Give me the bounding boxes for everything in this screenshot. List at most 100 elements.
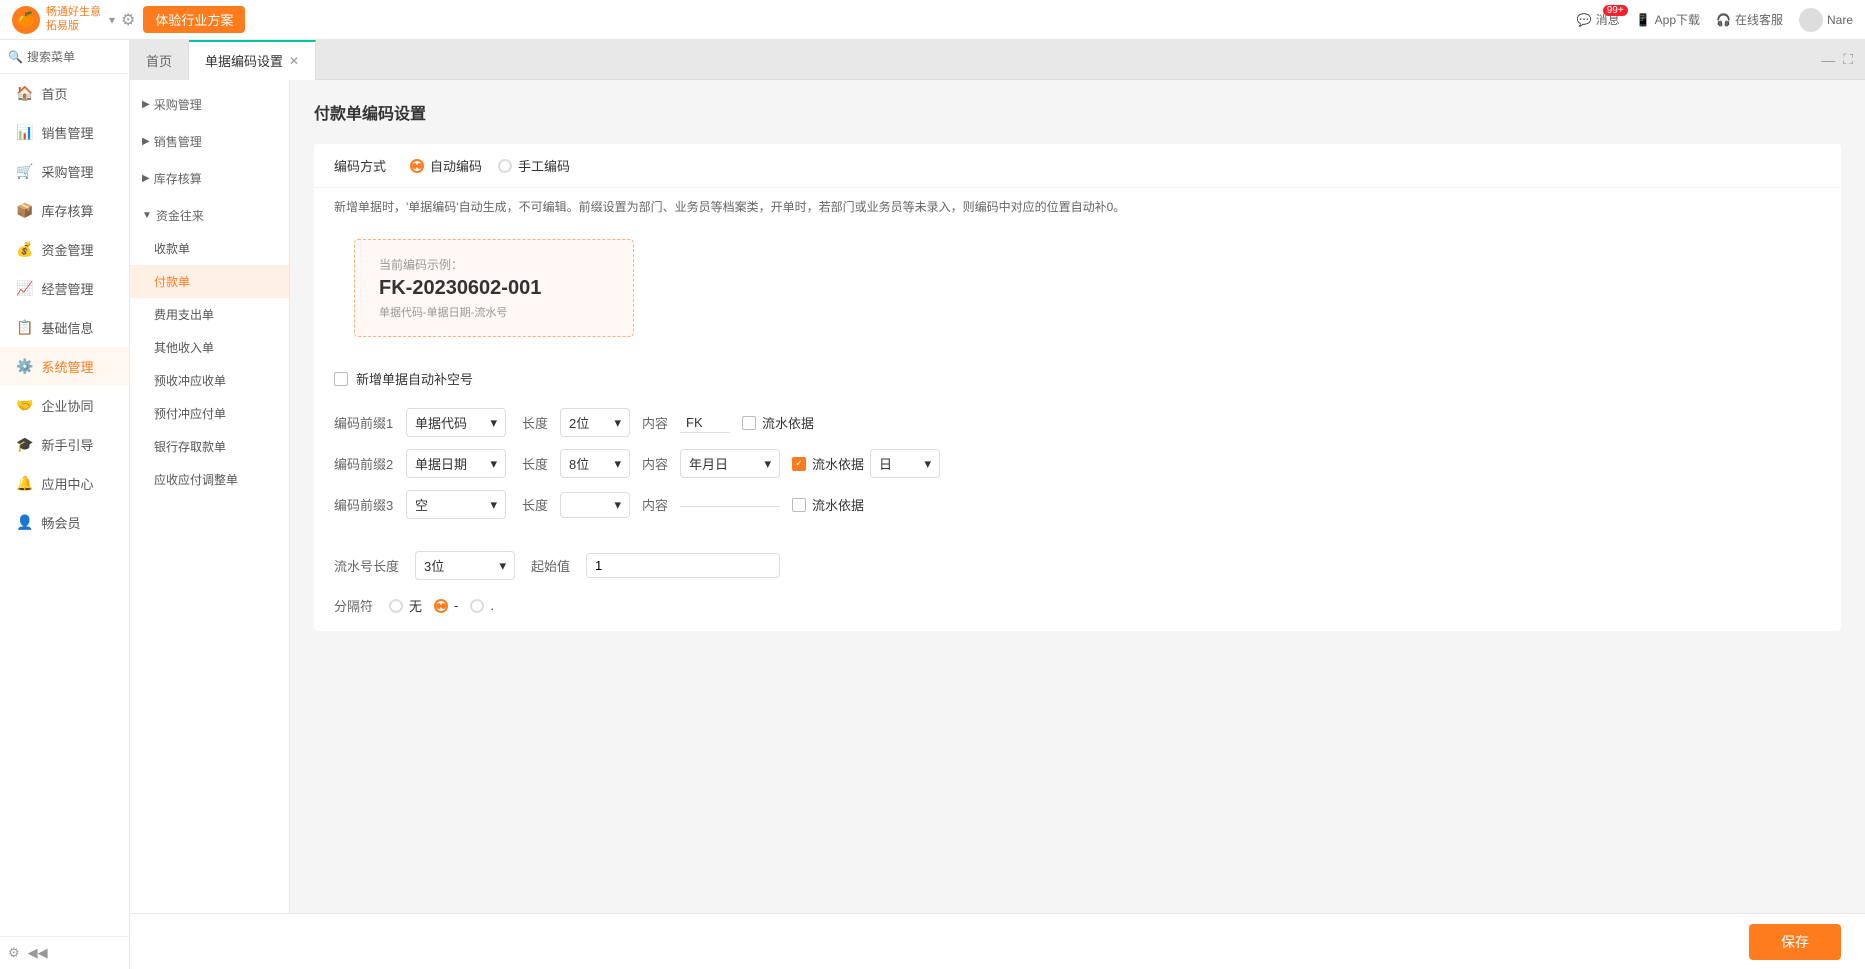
encoding-radio-group: 自动编码 手工编码 bbox=[410, 156, 570, 175]
finance-icon: 💰 bbox=[16, 241, 33, 258]
sub-item-other-income[interactable]: 其他收入单 bbox=[130, 331, 289, 364]
sidebar-item-label: 首页 bbox=[41, 84, 67, 103]
tab-home[interactable]: 首页 bbox=[130, 40, 189, 80]
info-text: 新增单据时，'单据编码'自动生成，不可编辑。前缀设置为部门、业务员等档案类，开单… bbox=[314, 188, 1841, 227]
user-name: Nare bbox=[1827, 13, 1853, 27]
serial-length-label: 流水号长度 bbox=[334, 556, 399, 575]
sidebar-item-apps[interactable]: 🔔 应用中心 bbox=[0, 464, 129, 503]
tab-maximize-icon[interactable]: ⛶ bbox=[1843, 51, 1853, 68]
sidebar-item-enterprise[interactable]: 🤝 企业协同 bbox=[0, 386, 129, 425]
sub-group-sales: ▶ 销售管理 bbox=[130, 125, 289, 158]
sub-header-label: 销售管理 bbox=[154, 133, 202, 150]
sidebar-item-guide[interactable]: 🎓 新手引导 bbox=[0, 425, 129, 464]
apps-icon: 🔔 bbox=[16, 475, 33, 492]
save-button[interactable]: 保存 bbox=[1749, 924, 1841, 960]
auto-fill-label: 新增单据自动补空号 bbox=[356, 369, 473, 388]
prefix1-select[interactable]: 单据代码 bbox=[406, 408, 506, 437]
sep-dash-radio[interactable]: . bbox=[470, 598, 494, 613]
sep-none-radio[interactable]: 无 bbox=[389, 596, 422, 615]
prefix1-stream-checkbox[interactable] bbox=[742, 416, 756, 430]
prefix1-length-label: 长度 bbox=[522, 413, 548, 432]
guide-icon: 🎓 bbox=[16, 436, 33, 453]
sub-item-bank-deposit[interactable]: 银行存取款单 bbox=[130, 430, 289, 463]
sidebar-item-inventory[interactable]: 📦 库存核算 bbox=[0, 191, 129, 230]
trial-button[interactable]: 体验行业方案 bbox=[143, 6, 245, 33]
arrow-down-icon: ▼ bbox=[142, 210, 152, 221]
sub-header-purchase[interactable]: ▶ 采购管理 bbox=[130, 88, 289, 121]
sub-header-capital[interactable]: ▼ 资金往来 bbox=[130, 199, 289, 232]
preview-code: FK-20230602-001 bbox=[379, 277, 609, 300]
prefix2-select[interactable]: 单据日期 bbox=[406, 449, 506, 478]
sidebar-settings-icon[interactable]: ⚙ bbox=[8, 945, 20, 961]
sub-item-prepay-receivable[interactable]: 预收冲应收单 bbox=[130, 364, 289, 397]
sidebar-item-finance[interactable]: 💰 资金管理 bbox=[0, 230, 129, 269]
sidebar-item-home[interactable]: 🏠 首页 bbox=[0, 74, 129, 113]
tab-encoding-settings[interactable]: 单据编码设置 ✕ bbox=[189, 40, 316, 80]
sub-item-receipts[interactable]: 收款单 bbox=[130, 232, 289, 265]
separator-options: 无 - . bbox=[389, 596, 494, 615]
prefix3-length-select[interactable] bbox=[560, 492, 630, 518]
online-service-button[interactable]: 🎧 在线客服 bbox=[1716, 11, 1783, 28]
encoding-method-section: 编码方式 自动编码 手工编码 bbox=[314, 144, 1841, 631]
sidebar-item-basic[interactable]: 📋 基础信息 bbox=[0, 308, 129, 347]
topbar: 🍊 畅通好生意 拓易版 ▾ ⚙ 体验行业方案 💬 消息 99+ 📱 App下载 … bbox=[0, 0, 1865, 40]
prefix2-stream-unit-select[interactable]: 日 bbox=[870, 449, 940, 478]
prefix2-stream-checkbox[interactable]: ✓ bbox=[792, 457, 806, 471]
user-profile[interactable]: Nare bbox=[1799, 8, 1853, 32]
sidebar-item-sales[interactable]: 📊 销售管理 bbox=[0, 113, 129, 152]
bottom-bar: 保存 bbox=[130, 913, 1865, 969]
serial-row: 流水号长度 3位 起始值 bbox=[314, 547, 1841, 592]
prefix1-stream-label: 流水依据 bbox=[762, 413, 814, 432]
sub-item-expenses[interactable]: 费用支出单 bbox=[130, 298, 289, 331]
prefix2-content-select[interactable]: 年月日 bbox=[680, 449, 780, 478]
app-download-button[interactable]: 📱 App下载 bbox=[1636, 11, 1700, 28]
sub-header-inventory[interactable]: ▶ 库存核算 bbox=[130, 162, 289, 195]
tabbar-actions: — ⛶ bbox=[1821, 51, 1865, 68]
serial-start-input[interactable] bbox=[586, 553, 780, 578]
chevron-down-icon bbox=[614, 497, 621, 513]
settings-icon[interactable]: ⚙ bbox=[121, 10, 135, 30]
sidebar-item-system[interactable]: ⚙️ 系统管理 bbox=[0, 347, 129, 386]
sales-icon: 📊 bbox=[16, 124, 33, 141]
sidebar-item-label: 经营管理 bbox=[41, 279, 93, 298]
sub-header-label: 库存核算 bbox=[154, 170, 202, 187]
sub-item-adjustment[interactable]: 应收应付调整单 bbox=[130, 463, 289, 496]
prefix3-stream-checkbox[interactable] bbox=[792, 498, 806, 512]
logo-text: 畅通好生意 拓易版 bbox=[46, 6, 101, 32]
chevron-down-icon bbox=[490, 456, 497, 472]
prefix3-stream-area: 流水依据 bbox=[792, 495, 864, 514]
prefix3-select[interactable]: 空 bbox=[406, 490, 506, 519]
auto-fill-checkbox[interactable] bbox=[334, 372, 348, 386]
sidebar-collapse-icon[interactable]: ◀◀ bbox=[28, 945, 48, 961]
prefix1-length-select[interactable]: 2位 bbox=[560, 408, 630, 437]
auto-encoding-radio[interactable]: 自动编码 bbox=[410, 156, 482, 175]
sidebar-item-label: 畅会员 bbox=[41, 513, 80, 532]
prefix2-stream-area: ✓ 流水依据 日 bbox=[792, 449, 940, 478]
operations-icon: 📈 bbox=[16, 280, 33, 297]
tab-minimize-icon[interactable]: — bbox=[1821, 52, 1835, 68]
topbar-arrow-icon[interactable]: ▾ bbox=[109, 13, 115, 27]
sidebar-item-member[interactable]: 👤 畅会员 bbox=[0, 503, 129, 542]
search-icon: 🔍 bbox=[8, 50, 23, 64]
sidebar: 🔍 搜索菜单 🏠 首页 📊 销售管理 🛒 采购管理 📦 库存核算 💰 资金管理 … bbox=[0, 40, 130, 969]
sub-item-prepay-payable[interactable]: 预付冲应付单 bbox=[130, 397, 289, 430]
sub-item-payments[interactable]: 付款单 bbox=[130, 265, 289, 298]
prefix1-stream-area: 流水依据 bbox=[742, 413, 814, 432]
prefix3-row: 编码前缀3 空 长度 内容 bbox=[334, 490, 1821, 519]
preview-label: 当前编码示例： bbox=[379, 256, 609, 273]
serial-length-select[interactable]: 3位 bbox=[415, 551, 515, 580]
sep-dot-radio[interactable]: - bbox=[434, 598, 458, 613]
sub-header-sales[interactable]: ▶ 销售管理 bbox=[130, 125, 289, 158]
prefix2-length-select[interactable]: 8位 bbox=[560, 449, 630, 478]
sidebar-item-label: 库存核算 bbox=[41, 201, 93, 220]
app-icon: 📱 bbox=[1636, 13, 1651, 27]
sub-sidebar: ▶ 采购管理 ▶ 销售管理 ▶ 库存核算 bbox=[130, 80, 290, 913]
prefix3-content-value bbox=[680, 502, 780, 507]
manual-encoding-radio[interactable]: 手工编码 bbox=[498, 156, 570, 175]
sidebar-search[interactable]: 🔍 搜索菜单 bbox=[0, 40, 129, 74]
sidebar-item-label: 销售管理 bbox=[41, 123, 93, 142]
sidebar-item-operations[interactable]: 📈 经营管理 bbox=[0, 269, 129, 308]
message-button[interactable]: 💬 消息 99+ bbox=[1577, 11, 1620, 28]
tab-close-icon[interactable]: ✕ bbox=[289, 54, 299, 68]
sidebar-item-purchase[interactable]: 🛒 采购管理 bbox=[0, 152, 129, 191]
